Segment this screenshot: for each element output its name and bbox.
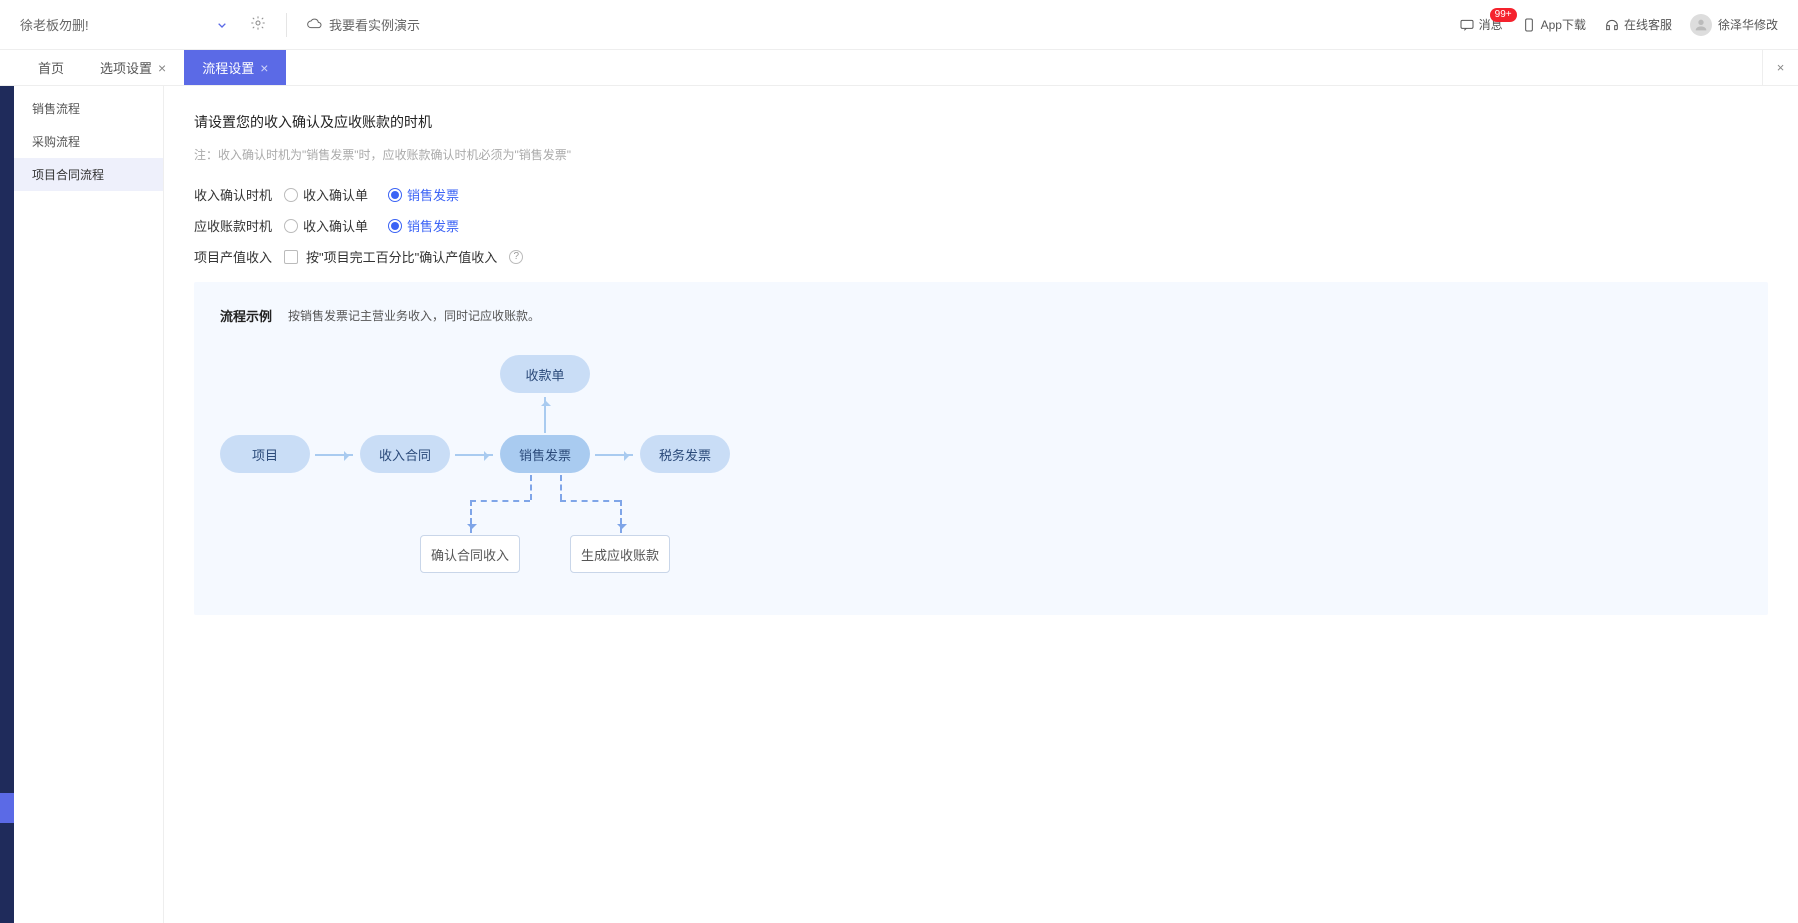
setting-row-output: 项目产值收入 按"项目完工百分比"确认产值收入 ? — [194, 247, 1768, 266]
app-download-label: App下载 — [1541, 16, 1586, 33]
checkbox-row: 按"项目完工百分比"确认产值收入 ? — [284, 247, 523, 266]
org-selector[interactable]: 徐老板勿删! — [20, 15, 230, 34]
flow-arrow — [455, 454, 493, 456]
tab-home[interactable]: 首页 — [20, 50, 82, 85]
flow-node-income-contract: 收入合同 — [360, 435, 450, 473]
tabs-close-all[interactable]: × — [1762, 50, 1798, 85]
top-bar: 徐老板勿删! 我要看实例演示 消息 99+ App下载 在线客服 徐泽华修改 — [0, 0, 1798, 50]
radio-label: 销售发票 — [407, 185, 459, 204]
main-layout: 销售流程 采购流程 项目合同流程 请设置您的收入确认及应收账款的时机 注：收入确… — [0, 86, 1798, 923]
demo-link[interactable]: 我要看实例演示 — [307, 15, 420, 34]
help-icon[interactable]: ? — [509, 250, 523, 264]
flow-title: 流程示例 — [220, 306, 272, 325]
flow-desc: 按销售发票记主营业务收入，同时记应收账款。 — [288, 307, 540, 324]
setting-label: 应收账款时机 — [194, 216, 284, 235]
org-name: 徐老板勿删! — [20, 15, 89, 34]
close-icon: × — [1777, 60, 1785, 75]
flow-dashed — [470, 500, 530, 502]
tab-options-label: 选项设置 — [100, 58, 152, 77]
sidebar-item-sales[interactable]: 销售流程 — [14, 92, 163, 125]
setting-label: 项目产值收入 — [194, 247, 284, 266]
flow-node-confirm-income: 确认合同收入 — [420, 535, 520, 573]
radio-label: 收入确认单 — [303, 216, 368, 235]
close-icon[interactable]: × — [260, 60, 268, 76]
flow-dashed — [620, 500, 622, 533]
top-actions: 消息 99+ App下载 在线客服 徐泽华修改 — [1459, 14, 1778, 36]
setting-row-receivable: 应收账款时机 收入确认单 销售发票 — [194, 216, 1768, 235]
phone-icon — [1521, 17, 1537, 33]
flow-panel: 流程示例 按销售发票记主营业务收入，同时记应收账款。 项目 收入合同 销售发票 … — [194, 282, 1768, 615]
tab-process-label: 流程设置 — [202, 58, 254, 77]
radio-label: 销售发票 — [407, 216, 459, 235]
flow-canvas: 项目 收入合同 销售发票 税务发票 收款单 确认合同收入 生成应收账款 — [220, 355, 780, 575]
chevron-down-icon — [214, 17, 230, 33]
radio-income-invoice[interactable]: 销售发票 — [388, 185, 459, 204]
headset-icon — [1604, 17, 1620, 33]
tab-process[interactable]: 流程设置 × — [184, 50, 286, 85]
sidebar-item-project[interactable]: 项目合同流程 — [14, 158, 163, 191]
message-icon — [1459, 17, 1475, 33]
sidebar-item-purchase[interactable]: 采购流程 — [14, 125, 163, 158]
messages-badge: 99+ — [1490, 8, 1517, 22]
flow-header: 流程示例 按销售发票记主营业务收入，同时记应收账款。 — [220, 306, 1742, 325]
radio-icon — [388, 219, 402, 233]
radio-icon — [388, 188, 402, 202]
flow-node-tax-invoice: 税务发票 — [640, 435, 730, 473]
sidebar: 销售流程 采购流程 项目合同流程 — [14, 86, 164, 923]
radio-icon — [284, 188, 298, 202]
close-icon[interactable]: × — [158, 60, 166, 76]
tab-home-label: 首页 — [38, 58, 64, 77]
setting-row-income: 收入确认时机 收入确认单 销售发票 — [194, 185, 1768, 204]
flow-arrow — [595, 454, 633, 456]
radio-group-income: 收入确认单 销售发票 — [284, 185, 459, 204]
messages-button[interactable]: 消息 99+ — [1459, 16, 1503, 33]
user-name: 徐泽华修改 — [1718, 16, 1778, 33]
content-area: 请设置您的收入确认及应收账款的时机 注：收入确认时机为"销售发票"时，应收账款确… — [164, 86, 1798, 923]
left-rail — [0, 86, 14, 923]
flow-node-gen-receivable: 生成应收账款 — [570, 535, 670, 573]
flow-arrow — [544, 397, 546, 433]
flow-dashed — [470, 500, 472, 533]
flow-node-receipt: 收款单 — [500, 355, 590, 393]
flow-node-project: 项目 — [220, 435, 310, 473]
radio-income-confirm[interactable]: 收入确认单 — [284, 185, 368, 204]
flow-dashed — [530, 475, 532, 500]
online-service-button[interactable]: 在线客服 — [1604, 16, 1672, 33]
setting-label: 收入确认时机 — [194, 185, 284, 204]
radio-icon — [284, 219, 298, 233]
flow-node-sales-invoice: 销售发票 — [500, 435, 590, 473]
cloud-icon — [307, 17, 323, 33]
gear-icon — [250, 15, 266, 31]
radio-receivable-invoice[interactable]: 销售发票 — [388, 216, 459, 235]
page-note: 注：收入确认时机为"销售发票"时，应收账款确认时机必须为"销售发票" — [194, 146, 1768, 163]
radio-group-receivable: 收入确认单 销售发票 — [284, 216, 459, 235]
flow-dashed — [560, 475, 562, 500]
demo-link-text: 我要看实例演示 — [329, 15, 420, 34]
checkbox-output[interactable] — [284, 250, 298, 264]
divider — [286, 13, 287, 37]
flow-arrow — [315, 454, 353, 456]
tab-options[interactable]: 选项设置 × — [82, 50, 184, 85]
settings-button[interactable] — [250, 15, 266, 34]
avatar-icon — [1690, 14, 1712, 36]
radio-receivable-confirm[interactable]: 收入确认单 — [284, 216, 368, 235]
tab-bar: 首页 选项设置 × 流程设置 × × — [0, 50, 1798, 86]
page-title: 请设置您的收入确认及应收账款的时机 — [194, 112, 1768, 132]
online-service-label: 在线客服 — [1624, 16, 1672, 33]
checkbox-label: 按"项目完工百分比"确认产值收入 — [306, 247, 497, 266]
flow-dashed — [560, 500, 620, 502]
app-download-button[interactable]: App下载 — [1521, 16, 1586, 33]
user-menu[interactable]: 徐泽华修改 — [1690, 14, 1778, 36]
radio-label: 收入确认单 — [303, 185, 368, 204]
